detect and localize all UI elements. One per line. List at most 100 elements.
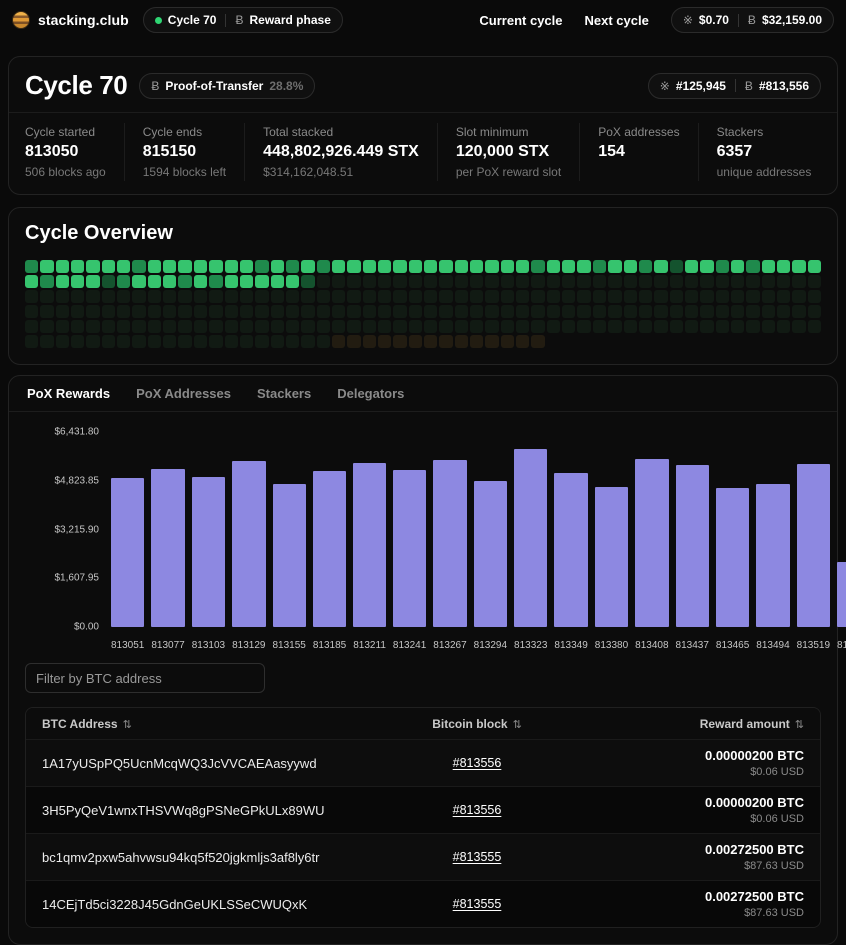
block-cell[interactable] [71,275,84,288]
block-cell[interactable] [271,275,284,288]
block-cell[interactable] [378,335,391,348]
tab-pox-rewards[interactable]: PoX Rewards [27,386,110,401]
block-cell[interactable] [240,275,253,288]
tab-delegators[interactable]: Delegators [337,386,404,401]
price-badge[interactable]: ※ $0.70 Ƀ $32,159.00 [671,7,834,33]
block-cell[interactable] [178,260,191,273]
block-cell[interactable] [40,260,53,273]
block-cell[interactable] [132,260,145,273]
block-cell[interactable] [225,275,238,288]
btc-address-filter-input[interactable] [25,663,265,693]
block-cell[interactable] [347,335,360,348]
block-cell[interactable] [117,275,130,288]
block-cell[interactable] [132,275,145,288]
block-cell[interactable] [393,335,406,348]
reward-bar[interactable] [353,463,386,627]
reward-bar[interactable] [837,562,846,627]
block-cell[interactable] [163,275,176,288]
block-cell[interactable] [485,260,498,273]
reward-bar[interactable] [192,477,225,627]
block-cell[interactable] [792,260,805,273]
block-cell[interactable] [700,260,713,273]
reward-bar[interactable] [514,449,547,627]
block-cell[interactable] [209,275,222,288]
nav-link-current-cycle[interactable]: Current cycle [479,13,562,28]
block-cell[interactable] [363,260,376,273]
block-cell[interactable] [501,335,514,348]
block-cell[interactable] [347,260,360,273]
reward-bar[interactable] [554,473,587,627]
block-cell[interactable] [409,260,422,273]
block-cell[interactable] [194,260,207,273]
cycle-phase-badge[interactable]: Cycle 70 Ƀ Reward phase [143,7,343,33]
brand-name[interactable]: stacking.club [38,12,129,28]
block-cell[interactable] [501,260,514,273]
block-cell[interactable] [255,260,268,273]
reward-bar[interactable] [313,471,346,627]
block-cell[interactable] [439,260,452,273]
block-cell[interactable] [56,260,69,273]
block-cell[interactable] [148,275,161,288]
block-cell[interactable] [163,260,176,273]
block-cell[interactable] [593,260,606,273]
tab-pox-addresses[interactable]: PoX Addresses [136,386,231,401]
block-heights-badge[interactable]: ※ #125,945 Ƀ #813,556 [648,73,821,99]
block-cell[interactable] [178,275,191,288]
block-cell[interactable] [56,275,69,288]
nav-link-next-cycle[interactable]: Next cycle [585,13,649,28]
block-cell[interactable] [209,260,222,273]
reward-bar[interactable] [635,459,668,627]
block-cell[interactable] [409,335,422,348]
block-cell[interactable] [531,335,544,348]
block-cell[interactable] [516,335,529,348]
block-cell[interactable] [731,260,744,273]
block-cell[interactable] [547,260,560,273]
bitcoin-block-link[interactable]: #813556 [453,803,502,817]
column-header-bitcoin-block[interactable]: Bitcoin block⇅ [382,717,572,731]
block-cell[interactable] [424,260,437,273]
block-cell[interactable] [685,260,698,273]
bitcoin-block-link[interactable]: #813555 [453,897,502,911]
block-cell[interactable] [225,260,238,273]
block-cell[interactable] [378,260,391,273]
bitcoin-block-link[interactable]: #813555 [453,850,502,864]
block-cell[interactable] [25,275,38,288]
block-cell[interactable] [194,275,207,288]
block-cell[interactable] [240,260,253,273]
reward-bar[interactable] [797,464,830,627]
proof-of-transfer-badge[interactable]: Ƀ Proof-of-Transfer 28.8% [139,73,315,99]
block-cell[interactable] [71,260,84,273]
sort-icon[interactable]: ⇅ [513,719,522,731]
block-cell[interactable] [670,260,683,273]
block-cell[interactable] [762,260,775,273]
block-cell[interactable] [470,335,483,348]
block-cell[interactable] [639,260,652,273]
sort-icon[interactable]: ⇅ [795,719,804,731]
tab-stackers[interactable]: Stackers [257,386,311,401]
block-cell[interactable] [332,260,345,273]
reward-bar[interactable] [716,488,749,627]
block-cell[interactable] [271,260,284,273]
reward-bar[interactable] [756,484,789,627]
block-cell[interactable] [86,275,99,288]
block-cell[interactable] [455,335,468,348]
block-cell[interactable] [102,275,115,288]
block-cell[interactable] [148,260,161,273]
reward-bar[interactable] [151,469,184,627]
block-cell[interactable] [746,260,759,273]
block-cell[interactable] [286,275,299,288]
block-cell[interactable] [516,260,529,273]
block-cell[interactable] [317,260,330,273]
reward-bar[interactable] [676,465,709,627]
block-cell[interactable] [777,260,790,273]
reward-bar[interactable] [393,470,426,627]
block-cell[interactable] [562,260,575,273]
block-cell[interactable] [363,335,376,348]
block-cell[interactable] [255,275,268,288]
reward-bar[interactable] [474,481,507,627]
block-cell[interactable] [25,260,38,273]
column-header-reward-amount[interactable]: Reward amount⇅ [572,717,804,731]
block-cell[interactable] [577,260,590,273]
block-cell[interactable] [485,335,498,348]
block-cell[interactable] [301,275,314,288]
